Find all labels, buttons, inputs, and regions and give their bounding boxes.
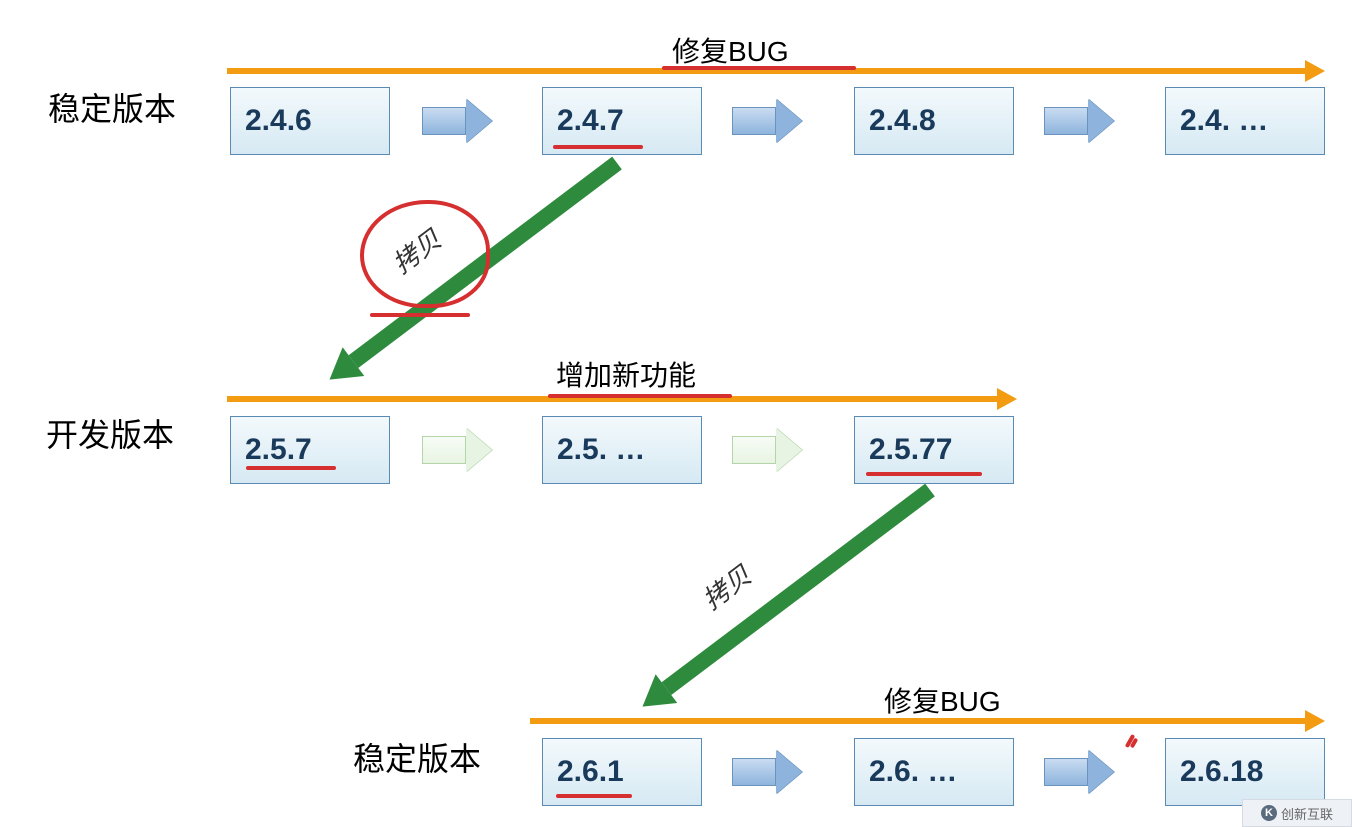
version-box: 2.6.18 — [1165, 738, 1325, 806]
marker-underline-247 — [553, 145, 643, 149]
watermark-logo-icon: K — [1261, 805, 1277, 821]
arrow-right-icon — [1044, 750, 1110, 794]
arrow-right-icon — [422, 428, 488, 472]
timeline-label-dev: 增加新功能 — [556, 354, 696, 394]
row-label-dev: 开发版本 — [46, 410, 174, 456]
watermark: K 创新互联 — [1242, 799, 1352, 827]
marker-circle-copy-1 — [360, 200, 490, 308]
marker-underline-fixbug-1 — [662, 66, 856, 70]
version-box: 2.4.8 — [854, 87, 1014, 155]
row-label-stable-2: 稳定版本 — [353, 734, 481, 780]
marker-underline-257 — [246, 466, 336, 470]
version-box: 2.5.7 — [230, 416, 390, 484]
copy-label-2: 拷贝 — [694, 556, 758, 617]
arrow-right-icon — [732, 750, 798, 794]
marker-underline-2577 — [866, 472, 982, 476]
marker-underline-copy-1 — [370, 313, 470, 317]
marker-underline-261 — [556, 794, 632, 798]
version-box: 2.6. … — [854, 738, 1014, 806]
arrow-right-icon — [422, 99, 488, 143]
version-box: 2.5. … — [542, 416, 702, 484]
arrow-right-icon — [732, 99, 798, 143]
arrow-right-icon — [1044, 99, 1110, 143]
marker-underline-newfeat — [548, 394, 732, 398]
version-box: 2.4. … — [1165, 87, 1325, 155]
arrow-right-icon — [732, 428, 798, 472]
watermark-text: 创新互联 — [1281, 804, 1333, 823]
timeline-label-stable-1: 修复BUG — [672, 30, 789, 70]
timeline-label-stable-2: 修复BUG — [884, 680, 1001, 720]
version-box: 2.4.6 — [230, 87, 390, 155]
row-label-stable-1: 稳定版本 — [48, 84, 176, 130]
